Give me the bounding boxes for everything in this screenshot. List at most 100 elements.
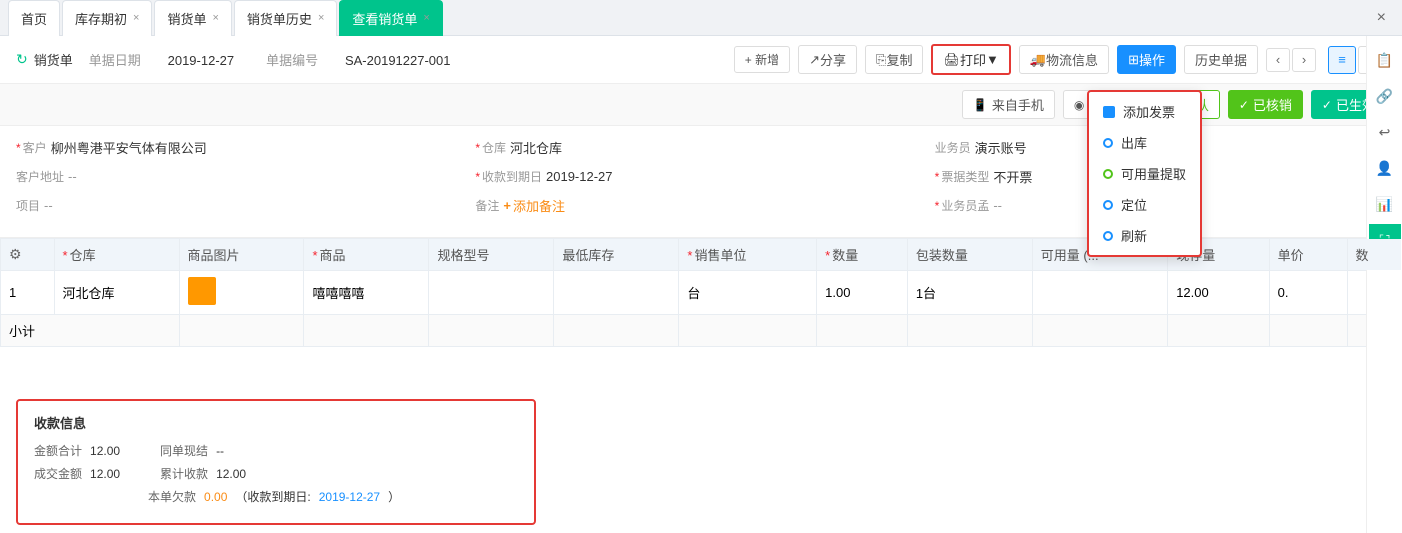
cumulative-label: 累计收款 bbox=[160, 465, 208, 482]
note-field: 备注 添加备注 bbox=[475, 196, 926, 215]
product-image bbox=[188, 277, 216, 305]
payment-row-3: 本单欠款 0.00 （收款到期日: 2019-12-27 ） bbox=[34, 488, 518, 505]
due-label: 本单欠款 bbox=[148, 488, 196, 505]
subtotal-label: 小计 bbox=[1, 315, 180, 347]
col-unit: 销售单位 bbox=[679, 239, 817, 271]
number-label-text: 单据编号 SA-20191227-001 bbox=[266, 50, 466, 69]
operations-dropdown: 添加发票 出库 可用量提取 定位 刷新 bbox=[1087, 90, 1202, 257]
row-product: 嘻嘻嘻嘻 bbox=[304, 271, 429, 315]
transaction-field: 成交金额 12.00 bbox=[34, 465, 120, 482]
history-button[interactable]: 历史单据 bbox=[1184, 45, 1258, 74]
row-min-stock bbox=[554, 271, 679, 315]
nav-arrows: ‹ › bbox=[1266, 48, 1316, 72]
subtotal-row: 小计 bbox=[1, 315, 1402, 347]
date-label-text: 单据日期 2019-12-27 bbox=[89, 50, 250, 69]
payment-row-2: 成交金额 12.00 累计收款 12.00 bbox=[34, 465, 518, 482]
sidebar-icon-5[interactable]: 📊 bbox=[1369, 188, 1401, 220]
tab-home[interactable]: 首页 bbox=[8, 0, 60, 36]
row-available bbox=[1032, 271, 1167, 315]
print-icon: 🖨 bbox=[943, 52, 960, 68]
col-min-stock: 最低库存 bbox=[554, 239, 679, 271]
col-amount: 数 bbox=[1347, 239, 1401, 271]
due-field: 本单欠款 0.00 （收款到期日: 2019-12-27 ） bbox=[148, 488, 400, 505]
cumulative-field: 累计收款 12.00 bbox=[160, 465, 246, 482]
print-button[interactable]: 🖨 打印 ▼ bbox=[931, 44, 1010, 75]
from-phone-button[interactable]: 📱 来自手机 bbox=[962, 90, 1055, 119]
outbound-item[interactable]: 出库 bbox=[1089, 127, 1200, 158]
tab-inventory-init[interactable]: 库存期初 × bbox=[62, 0, 152, 36]
row-quantity: 1.00 bbox=[817, 271, 908, 315]
subtotal-image bbox=[179, 315, 304, 347]
locate-item[interactable]: 定位 bbox=[1089, 189, 1200, 220]
tab-sales-close[interactable]: × bbox=[212, 12, 218, 24]
subtotal-qty bbox=[817, 315, 908, 347]
doc-header: ↻ 销货单 单据日期 2019-12-27 单据编号 SA-20191227-0… bbox=[0, 36, 1402, 84]
share-button[interactable]: ↗ 分享 bbox=[798, 45, 857, 74]
prev-button[interactable]: ‹ bbox=[1266, 48, 1290, 72]
operations-icon: ⊞ bbox=[1128, 52, 1139, 68]
square-icon bbox=[1103, 106, 1115, 118]
row-spec bbox=[429, 271, 554, 315]
voided-button[interactable]: ✓ 已核销 bbox=[1228, 90, 1303, 119]
doc-meta: 单据日期 2019-12-27 单据编号 SA-20191227-001 bbox=[89, 50, 483, 69]
settings-icon[interactable]: ⚙ bbox=[9, 246, 22, 262]
effective-icon: ✓ bbox=[1322, 98, 1332, 112]
locate-icon bbox=[1103, 200, 1113, 210]
tab-history-close[interactable]: × bbox=[318, 12, 324, 24]
copy-button[interactable]: ⎘ 复制 bbox=[865, 45, 923, 74]
print-dropdown-arrow: ▼ bbox=[986, 52, 999, 67]
same-order-value: -- bbox=[216, 444, 224, 458]
cumulative-value: 12.00 bbox=[216, 467, 246, 481]
row-index: 1 bbox=[1, 271, 55, 315]
tab-bar-right: × bbox=[1369, 9, 1394, 27]
subtotal-current bbox=[1168, 315, 1269, 347]
next-button[interactable]: › bbox=[1292, 48, 1316, 72]
due-suffix: （收款到期日: bbox=[235, 488, 310, 505]
table-row: 1 河北仓库 嘻嘻嘻嘻 台 1.00 1台 12.00 0. bbox=[1, 271, 1402, 315]
share-icon: ↗ bbox=[809, 52, 820, 68]
customer-field: 客户 柳州粤港平安气体有限公司 bbox=[16, 138, 467, 157]
sidebar-icon-3[interactable]: ↩ bbox=[1369, 116, 1401, 148]
subtotal-spec bbox=[429, 315, 554, 347]
add-invoice-item[interactable]: 添加发票 bbox=[1089, 96, 1200, 127]
row-pack-qty: 1台 bbox=[907, 271, 1032, 315]
payment-row-1: 金额合计 12.00 同单现结 -- bbox=[34, 442, 518, 459]
ticket-icon: ◉ bbox=[1074, 98, 1084, 112]
operations-button[interactable]: ⊞ 操作 bbox=[1117, 45, 1176, 74]
col-price: 单价 bbox=[1269, 239, 1347, 271]
right-sidebar: 📋 🔗 ↩ 👤 📊 ⛶ bbox=[1366, 36, 1402, 533]
logistics-button[interactable]: 🚚 物流信息 bbox=[1019, 45, 1109, 74]
subtotal-min bbox=[554, 315, 679, 347]
due-value: 0.00 bbox=[204, 490, 227, 504]
refresh-item[interactable]: 刷新 bbox=[1089, 220, 1200, 251]
row-image bbox=[179, 271, 304, 315]
sidebar-icon-4[interactable]: 👤 bbox=[1369, 152, 1401, 184]
total-field: 金额合计 12.00 bbox=[34, 442, 120, 459]
circle-icon bbox=[1103, 138, 1113, 148]
col-warehouse: 仓库 bbox=[54, 239, 179, 271]
sidebar-icon-1[interactable]: 📋 bbox=[1369, 44, 1401, 76]
row-current-stock: 12.00 bbox=[1168, 271, 1269, 315]
payment-info-title: 收款信息 bbox=[34, 413, 518, 432]
doc-title-text: 销货单 bbox=[34, 50, 73, 69]
row-unit: 台 bbox=[679, 271, 817, 315]
col-quantity: 数量 bbox=[817, 239, 908, 271]
row-price: 0. bbox=[1269, 271, 1347, 315]
tab-view-sales[interactable]: 查看销货单 × bbox=[339, 0, 442, 36]
tab-sales-order[interactable]: 销货单 × bbox=[154, 0, 231, 36]
col-image: 商品图片 bbox=[179, 239, 304, 271]
add-note-button[interactable]: 添加备注 bbox=[503, 196, 565, 215]
tab-inventory-close[interactable]: × bbox=[133, 12, 139, 24]
list-view-button[interactable]: ≡ bbox=[1328, 46, 1356, 74]
available-qty-item[interactable]: 可用量提取 bbox=[1089, 158, 1200, 189]
copy-icon: ⎘ bbox=[876, 52, 886, 68]
tab-view-close[interactable]: × bbox=[423, 12, 429, 24]
window-close-button[interactable]: × bbox=[1369, 5, 1394, 30]
doc-title-icon: ↻ bbox=[16, 51, 28, 68]
transaction-value: 12.00 bbox=[90, 467, 120, 481]
new-button[interactable]: + 新增 bbox=[734, 46, 790, 73]
tab-sales-history[interactable]: 销货单历史 × bbox=[234, 0, 337, 36]
subtotal-price bbox=[1269, 315, 1347, 347]
same-order-field: 同单现结 -- bbox=[160, 442, 224, 459]
sidebar-icon-2[interactable]: 🔗 bbox=[1369, 80, 1401, 112]
